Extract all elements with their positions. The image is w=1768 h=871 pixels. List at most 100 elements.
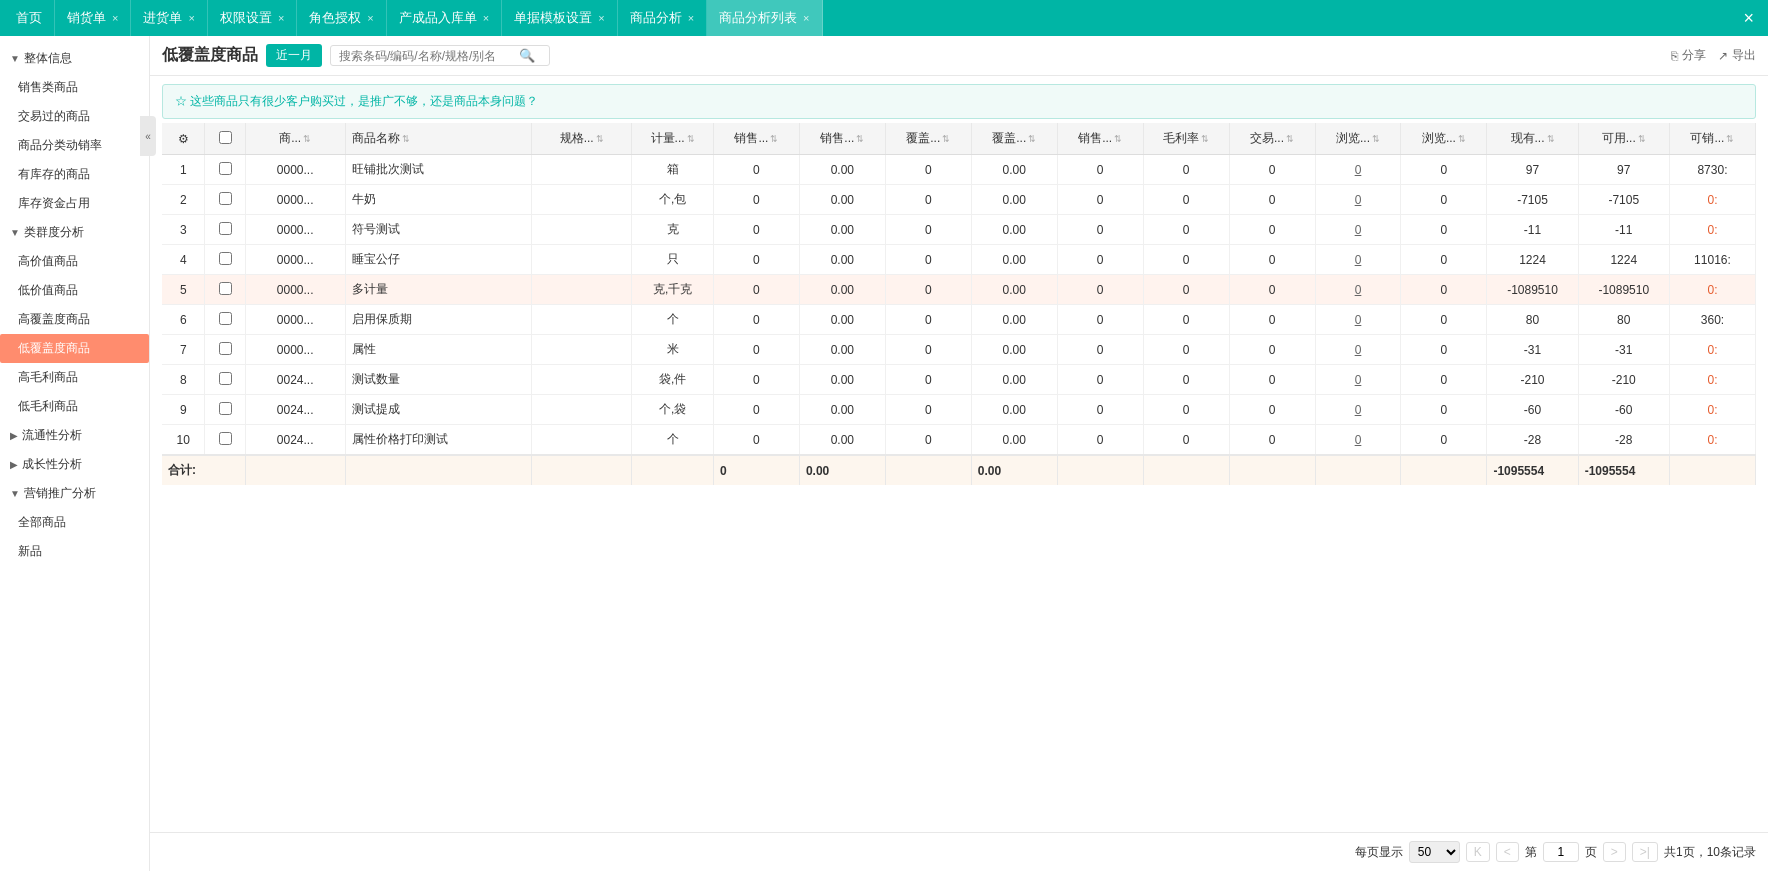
tab-sales-order-close[interactable]: × [112,12,118,24]
cell-cov1: 0 [885,215,971,245]
cell-checkbox[interactable] [205,155,245,185]
table-container[interactable]: ⚙ 商...⇅ 商品名称⇅ 规格...⇅ 计量...⇅ 销售...⇅ 销售...… [162,123,1756,832]
th-code[interactable]: 商...⇅ [245,123,345,155]
th-name[interactable]: 商品名称⇅ [345,123,531,155]
time-filter-button[interactable]: 近一月 [266,44,322,67]
next-page-button[interactable]: > [1603,842,1626,862]
per-page-label: 每页显示 [1355,844,1403,861]
tab-purchase-order[interactable]: 进货单 × [131,0,207,36]
cell-checkbox[interactable] [205,365,245,395]
last-page-button[interactable]: >| [1632,842,1658,862]
tab-home[interactable]: 首页 [4,0,55,36]
tab-permission-close[interactable]: × [278,12,284,24]
cell-checkbox[interactable] [205,335,245,365]
cell-gross: 0 [1143,365,1229,395]
export-button[interactable]: ↗ 导出 [1718,47,1756,64]
sidebar-item-low-coverage[interactable]: 低覆盖度商品 [0,334,149,363]
th-sales-qty[interactable]: 销售...⇅ [713,123,799,155]
th-gear[interactable]: ⚙ [162,123,205,155]
tab-purchase-order-close[interactable]: × [188,12,194,24]
search-icon[interactable]: 🔍 [519,48,535,63]
tab-product-analysis[interactable]: 商品分析 × [618,0,707,36]
cell-browse1: 0 [1315,425,1401,456]
cell-gross: 0 [1143,155,1229,185]
cell-checkbox[interactable] [205,305,245,335]
select-all-checkbox[interactable] [219,131,232,144]
prev-page-button[interactable]: < [1496,842,1519,862]
cell-checkbox[interactable] [205,425,245,456]
tab-template-close[interactable]: × [598,12,604,24]
tab-analysis-close[interactable]: × [688,12,694,24]
th-cov1[interactable]: 覆盖...⇅ [885,123,971,155]
cell-gross: 0 [1143,215,1229,245]
tab-analysis-list-close[interactable]: × [803,12,809,24]
share-button[interactable]: ⎘ 分享 [1671,47,1706,64]
sidebar-item-category-rate[interactable]: 商品分类动销率 [0,131,149,160]
cell-checkbox[interactable] [205,245,245,275]
cell-cov2: 0.00 [971,305,1057,335]
cell-checkbox[interactable] [205,275,245,305]
cell-available: -60 [1578,395,1669,425]
sidebar-section-cluster[interactable]: ▼ 类群度分析 [0,218,149,247]
cell-sales-qty: 0 [713,365,799,395]
th-sellable[interactable]: 可销...⇅ [1669,123,1755,155]
sidebar-section-flow[interactable]: ▶ 流通性分析 [0,421,149,450]
page-input[interactable] [1543,842,1579,862]
first-page-button[interactable]: K [1466,842,1490,862]
tab-role-auth[interactable]: 角色授权 × [297,0,386,36]
sidebar-section-marketing[interactable]: ▼ 营销推广分析 [0,479,149,508]
search-input[interactable] [339,49,519,63]
tab-product-analysis-list[interactable]: 商品分析列表 × [707,0,822,36]
th-browse1[interactable]: 浏览...⇅ [1315,123,1401,155]
cell-unit: 克 [632,215,714,245]
cell-seq: 6 [162,305,205,335]
cell-spec [532,275,632,305]
cell-available: -11 [1578,215,1669,245]
sidebar-item-traded-products[interactable]: 交易过的商品 [0,102,149,131]
sidebar-item-high-coverage[interactable]: 高覆盖度商品 [0,305,149,334]
th-current[interactable]: 现有...⇅ [1487,123,1578,155]
sidebar-item-all-products[interactable]: 全部商品 [0,508,149,537]
cell-available: 97 [1578,155,1669,185]
tab-product-inbound[interactable]: 产成品入库单 × [387,0,502,36]
cell-trade: 0 [1229,425,1315,456]
sidebar-item-high-margin[interactable]: 高毛利商品 [0,363,149,392]
nav-close-all[interactable]: × [1733,8,1764,29]
sidebar-item-high-value[interactable]: 高价值商品 [0,247,149,276]
sidebar-item-stock-capital[interactable]: 库存资金占用 [0,189,149,218]
cell-sellable: 0: [1669,365,1755,395]
th-gross[interactable]: 毛利率⇅ [1143,123,1229,155]
sidebar-item-low-value[interactable]: 低价值商品 [0,276,149,305]
tab-sales-order[interactable]: 销货单 × [55,0,131,36]
th-browse2[interactable]: 浏览...⇅ [1401,123,1487,155]
th-cov2[interactable]: 覆盖...⇅ [971,123,1057,155]
cell-browse1: 0 [1315,335,1401,365]
tab-permission-settings[interactable]: 权限设置 × [208,0,297,36]
th-sales-amt[interactable]: 销售...⇅ [799,123,885,155]
sidebar-item-low-margin[interactable]: 低毛利商品 [0,392,149,421]
sidebar-collapse-btn[interactable]: « [140,116,156,156]
tab-product-close[interactable]: × [483,12,489,24]
sidebar-item-new-products[interactable]: 新品 [0,537,149,566]
tab-role-close[interactable]: × [367,12,373,24]
cell-browse1: 0 [1315,215,1401,245]
per-page-select[interactable]: 50 20 100 200 [1409,841,1460,863]
cell-current: -60 [1487,395,1578,425]
cell-checkbox[interactable] [205,395,245,425]
th-available[interactable]: 可用...⇅ [1578,123,1669,155]
arrow-icon-4: ▶ [10,459,18,470]
tab-template-settings[interactable]: 单据模板设置 × [502,0,617,36]
th-checkbox[interactable] [205,123,245,155]
cell-checkbox[interactable] [205,215,245,245]
th-sales2[interactable]: 销售...⇅ [1057,123,1143,155]
cell-sales-amt: 0.00 [799,215,885,245]
th-trade[interactable]: 交易...⇅ [1229,123,1315,155]
sidebar-item-sales-products[interactable]: 销售类商品 [0,73,149,102]
sidebar-item-stock-products[interactable]: 有库存的商品 [0,160,149,189]
cell-spec [532,185,632,215]
sidebar-section-overall[interactable]: ▼ 整体信息 [0,44,149,73]
sidebar-section-growth[interactable]: ▶ 成长性分析 [0,450,149,479]
cell-checkbox[interactable] [205,185,245,215]
th-unit[interactable]: 计量...⇅ [632,123,714,155]
th-spec[interactable]: 规格...⇅ [532,123,632,155]
